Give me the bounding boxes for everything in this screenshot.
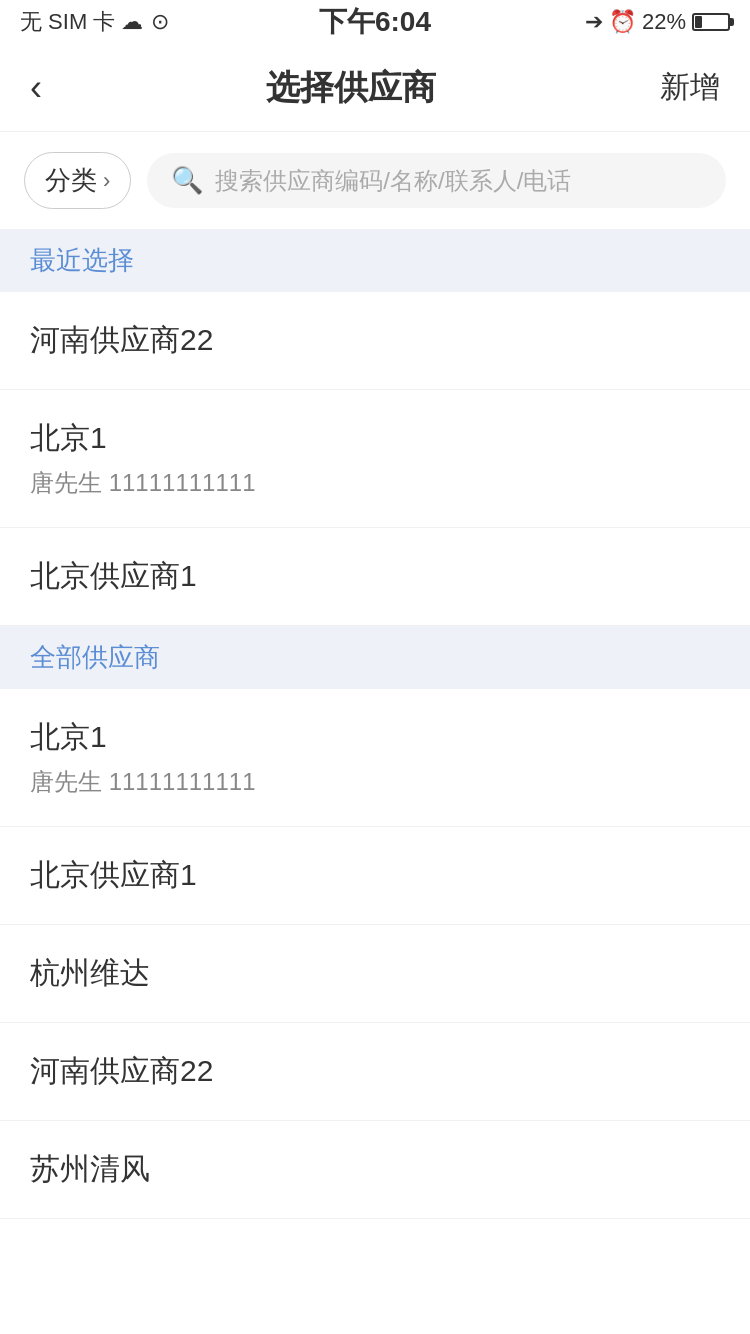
add-button[interactable]: 新增	[660, 67, 720, 108]
battery-icon	[692, 13, 730, 31]
category-label: 分类	[45, 163, 97, 198]
location-icon: ➔	[585, 9, 603, 35]
no-sim-label: 无 SIM 卡 ☁	[20, 7, 143, 37]
nav-bar: ‹ 选择供应商 新增	[0, 44, 750, 132]
search-bar: 🔍	[147, 153, 726, 208]
recent-section-header: 最近选择	[0, 229, 750, 292]
chevron-right-icon: ›	[103, 168, 110, 194]
page-title: 选择供应商	[266, 65, 436, 111]
battery-percent: 22%	[642, 9, 686, 35]
status-bar: 无 SIM 卡 ☁ ⊙ 下午6:04 ➔ ⏰ 22%	[0, 0, 750, 44]
status-right: ➔ ⏰ 22%	[585, 9, 730, 35]
search-input[interactable]	[215, 167, 702, 195]
list-item[interactable]: 北京1 唐先生 11111111111	[0, 689, 750, 827]
item-name: 河南供应商22	[30, 320, 720, 361]
category-button[interactable]: 分类 ›	[24, 152, 131, 209]
recent-items-list: 河南供应商22 北京1 唐先生 11111111111 北京供应商1	[0, 292, 750, 626]
all-section-label: 全部供应商	[30, 642, 160, 672]
list-item[interactable]: 杭州维达	[0, 925, 750, 1023]
item-name: 苏州清风	[30, 1149, 720, 1190]
item-name: 北京供应商1	[30, 556, 720, 597]
item-sub: 唐先生 11111111111	[30, 766, 720, 798]
item-name: 北京1	[30, 418, 720, 459]
item-sub: 唐先生 11111111111	[30, 467, 720, 499]
recent-section-label: 最近选择	[30, 245, 134, 275]
search-icon: 🔍	[171, 165, 203, 196]
list-item[interactable]: 北京供应商1	[0, 827, 750, 925]
wifi-icon: ⊙	[151, 9, 169, 35]
all-section-header: 全部供应商	[0, 626, 750, 689]
list-item[interactable]: 北京供应商1	[0, 528, 750, 626]
filter-bar: 分类 › 🔍	[0, 132, 750, 229]
time-label: 下午6:04	[319, 3, 431, 41]
list-item[interactable]: 河南供应商22	[0, 1023, 750, 1121]
item-name: 北京1	[30, 717, 720, 758]
status-left: 无 SIM 卡 ☁ ⊙	[20, 7, 169, 37]
item-name: 河南供应商22	[30, 1051, 720, 1092]
back-button[interactable]: ‹	[30, 67, 42, 109]
alarm-icon: ⏰	[609, 9, 636, 35]
list-item[interactable]: 苏州清风	[0, 1121, 750, 1219]
list-item[interactable]: 北京1 唐先生 11111111111	[0, 390, 750, 528]
all-items-list: 北京1 唐先生 11111111111 北京供应商1 杭州维达河南供应商22 苏州清风	[0, 689, 750, 1219]
item-name: 北京供应商1	[30, 855, 720, 896]
list-item[interactable]: 河南供应商22	[0, 292, 750, 390]
item-name: 杭州维达	[30, 953, 720, 994]
